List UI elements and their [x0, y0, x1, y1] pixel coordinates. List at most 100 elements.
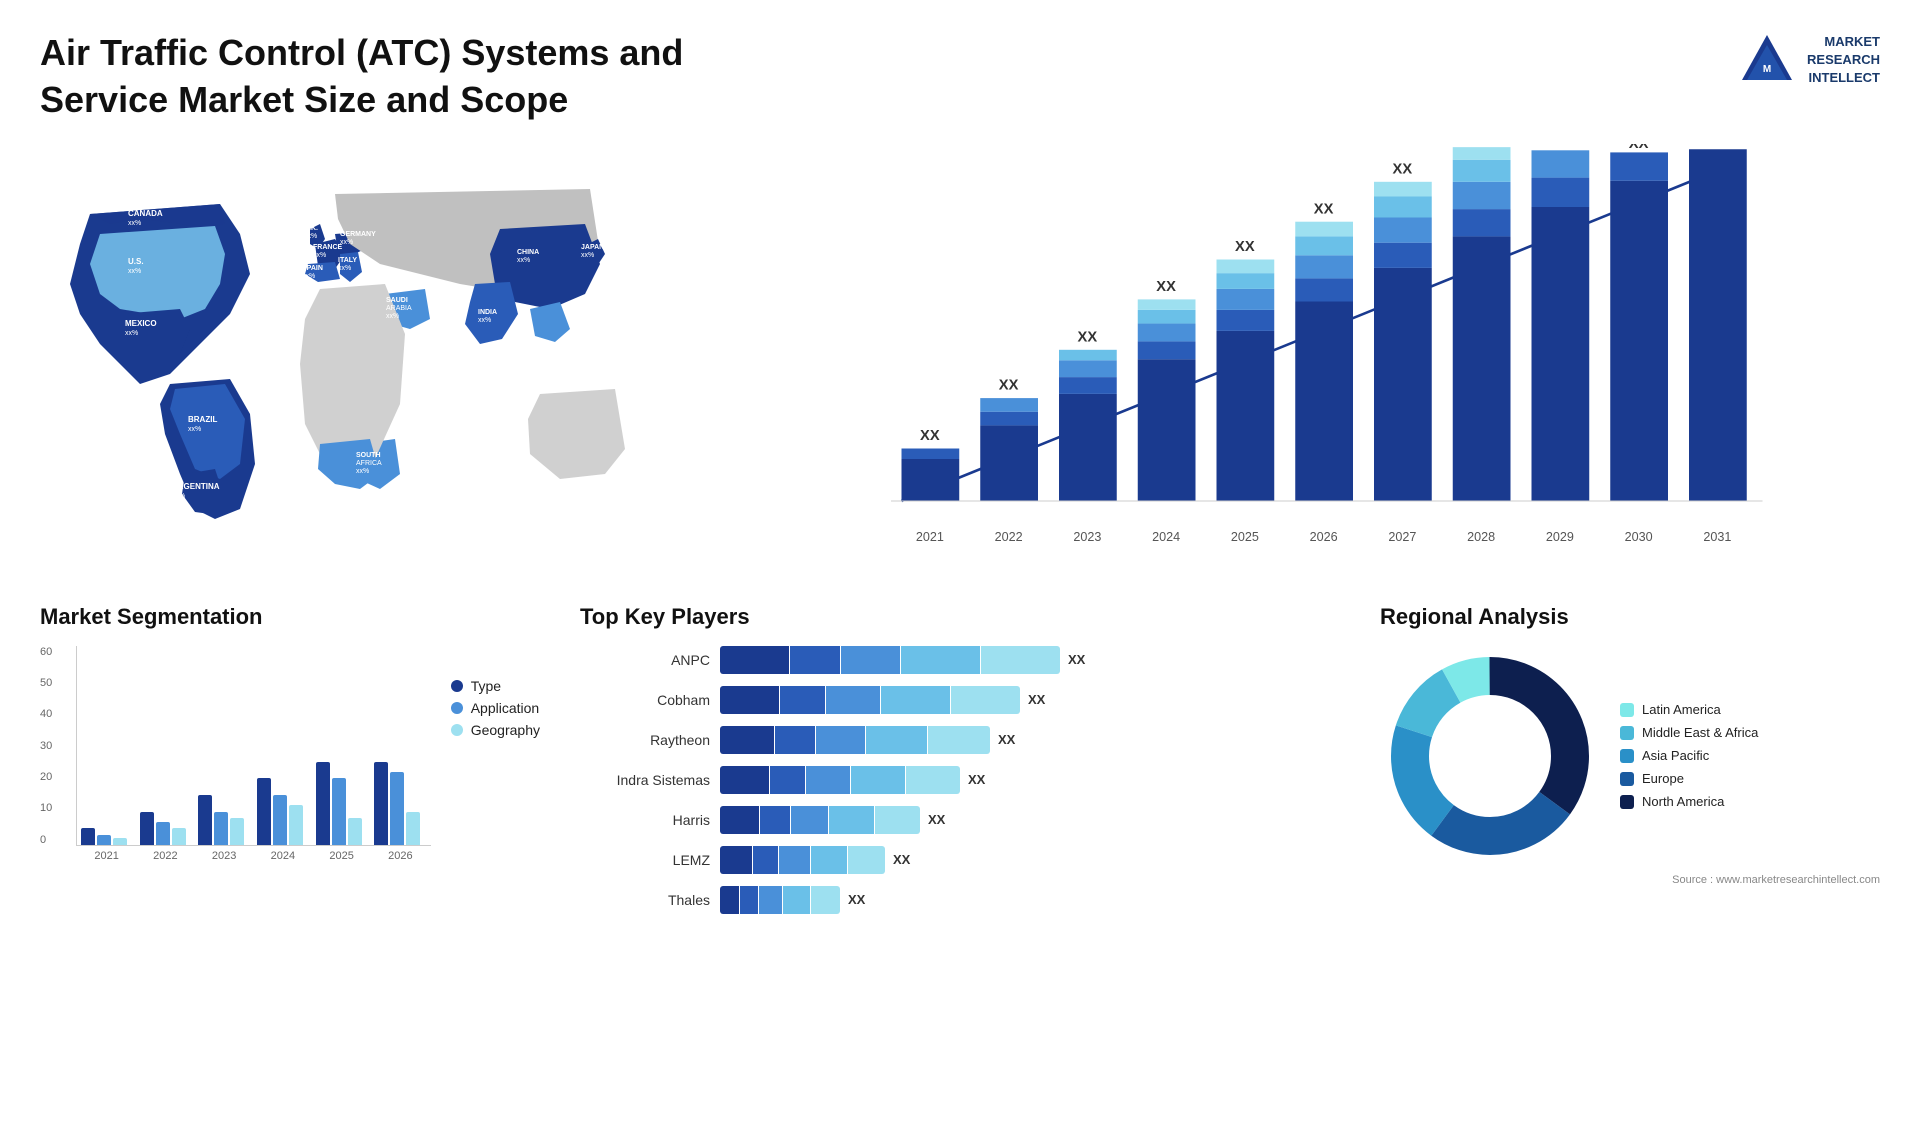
growth-chart-section: XX 2021 XX 2022 XX 2023 XX 2024: [700, 144, 1880, 564]
legend-item-application: Application: [451, 700, 540, 716]
seg-bar-group-2023: [198, 795, 251, 845]
asia-pacific-color: [1620, 749, 1634, 763]
svg-text:xx%: xx%: [304, 233, 317, 240]
type-legend-label: Type: [471, 678, 501, 694]
brand-logo-text: MARKET RESEARCH INTELLECT: [1807, 33, 1880, 88]
svg-text:ARGENTINA: ARGENTINA: [172, 482, 220, 491]
player-label-thales: XX: [848, 892, 865, 907]
x-label-2022: 2022: [139, 850, 192, 862]
x-label-2024: 2024: [257, 850, 310, 862]
svg-text:XX: XX: [1314, 201, 1334, 217]
svg-text:ITALY: ITALY: [338, 257, 357, 264]
svg-text:CHINA: CHINA: [517, 249, 539, 256]
player-row-anpc: ANPC XX: [580, 646, 1340, 674]
player-row-cobham: Cobham XX: [580, 686, 1340, 714]
player-row-raytheon: Raytheon XX: [580, 726, 1340, 754]
svg-text:xx%: xx%: [340, 239, 353, 246]
svg-text:XX: XX: [1235, 239, 1255, 255]
segmentation-title: Market Segmentation: [40, 604, 540, 630]
player-name-harris: Harris: [580, 812, 710, 828]
source-text: Source : www.marketresearchintellect.com: [1380, 874, 1880, 886]
middle-east-africa-color: [1620, 726, 1634, 740]
legend-asia-pacific: Asia Pacific: [1620, 748, 1758, 763]
geography-legend-dot: [451, 724, 463, 736]
svg-text:MEXICO: MEXICO: [125, 319, 157, 328]
svg-text:2022: 2022: [995, 529, 1023, 543]
donut-area: Latin America Middle East & Africa Asia …: [1380, 646, 1880, 866]
svg-text:SAUDI: SAUDI: [386, 297, 408, 304]
svg-text:XX: XX: [1078, 329, 1098, 345]
seg-bar-group-2025: [316, 762, 369, 845]
svg-text:xx%: xx%: [338, 265, 351, 272]
latin-america-label: Latin America: [1642, 702, 1721, 717]
svg-text:2023: 2023: [1073, 529, 1101, 543]
player-name-raytheon: Raytheon: [580, 732, 710, 748]
player-label-harris: XX: [928, 812, 945, 827]
svg-text:xx%: xx%: [517, 257, 530, 264]
seg-bar-group-2024: [257, 778, 310, 845]
world-map-section: CANADA xx% U.S. xx% MEXICO xx% BRAZIL xx…: [40, 144, 660, 564]
x-label-2026: 2026: [374, 850, 427, 862]
player-bar-cobham: XX: [720, 686, 1340, 714]
svg-text:GERMANY: GERMANY: [340, 231, 376, 238]
svg-text:2028: 2028: [1467, 529, 1495, 543]
page-header: Air Traffic Control (ATC) Systems and Se…: [40, 30, 1880, 124]
svg-text:2024: 2024: [1152, 529, 1180, 543]
legend-item-type: Type: [451, 678, 540, 694]
player-bar-harris: XX: [720, 806, 1340, 834]
svg-text:INDIA: INDIA: [478, 309, 497, 316]
players-section: Top Key Players ANPC XX: [580, 604, 1340, 926]
logo-area: M MARKET RESEARCH INTELLECT: [1737, 30, 1880, 90]
player-bar-anpc: XX: [720, 646, 1340, 674]
player-name-indra: Indra Sistemas: [580, 772, 710, 788]
y-label-30: 30: [40, 740, 52, 752]
donut-legend: Latin America Middle East & Africa Asia …: [1620, 702, 1758, 809]
svg-text:ARABIA: ARABIA: [386, 305, 412, 312]
regional-title: Regional Analysis: [1380, 604, 1880, 630]
north-america-label: North America: [1642, 794, 1724, 809]
svg-text:XX: XX: [1471, 144, 1491, 148]
y-label-20: 20: [40, 771, 52, 783]
europe-color: [1620, 772, 1634, 786]
player-label-cobham: XX: [1028, 692, 1045, 707]
geography-legend-label: Geography: [471, 722, 540, 738]
svg-text:U.K.: U.K.: [304, 225, 318, 232]
x-label-2025: 2025: [315, 850, 368, 862]
segmentation-legend: Type Application Geography: [451, 658, 540, 862]
seg-bar-group-2021: [81, 828, 134, 845]
svg-text:2027: 2027: [1388, 529, 1416, 543]
svg-text:xx%: xx%: [128, 268, 141, 275]
svg-text:xx%: xx%: [188, 426, 201, 433]
svg-text:XX: XX: [920, 428, 940, 444]
players-title: Top Key Players: [580, 604, 1340, 630]
player-bar-lemz: XX: [720, 846, 1340, 874]
seg-bar-group-2026: [374, 762, 427, 845]
type-legend-dot: [451, 680, 463, 692]
svg-text:M: M: [1763, 64, 1771, 75]
player-label-raytheon: XX: [998, 732, 1015, 747]
latin-america-color: [1620, 703, 1634, 717]
svg-text:XX: XX: [1629, 144, 1649, 152]
legend-latin-america: Latin America: [1620, 702, 1758, 717]
svg-text:2025: 2025: [1231, 529, 1259, 543]
bottom-row: Market Segmentation 60 50 40 30 20 10 0: [40, 604, 1880, 926]
x-label-2023: 2023: [198, 850, 251, 862]
svg-text:XX: XX: [1393, 161, 1413, 177]
north-america-color: [1620, 795, 1634, 809]
legend-middle-east-africa: Middle East & Africa: [1620, 725, 1758, 740]
svg-text:xx%: xx%: [581, 252, 594, 259]
player-name-anpc: ANPC: [580, 652, 710, 668]
player-bar-raytheon: XX: [720, 726, 1340, 754]
world-map-svg: CANADA xx% U.S. xx% MEXICO xx% BRAZIL xx…: [40, 144, 660, 564]
player-label-lemz: XX: [893, 852, 910, 867]
svg-text:xx%: xx%: [172, 493, 185, 500]
y-label-60: 60: [40, 646, 52, 658]
svg-text:U.S.: U.S.: [128, 257, 144, 266]
svg-text:XX: XX: [1550, 144, 1570, 148]
svg-text:xx%: xx%: [313, 252, 326, 259]
svg-text:XX: XX: [1708, 144, 1728, 148]
asia-pacific-label: Asia Pacific: [1642, 748, 1709, 763]
player-row-lemz: LEMZ XX: [580, 846, 1340, 874]
players-bars: ANPC XX Cobham: [580, 646, 1340, 914]
player-row-thales: Thales XX: [580, 886, 1340, 914]
